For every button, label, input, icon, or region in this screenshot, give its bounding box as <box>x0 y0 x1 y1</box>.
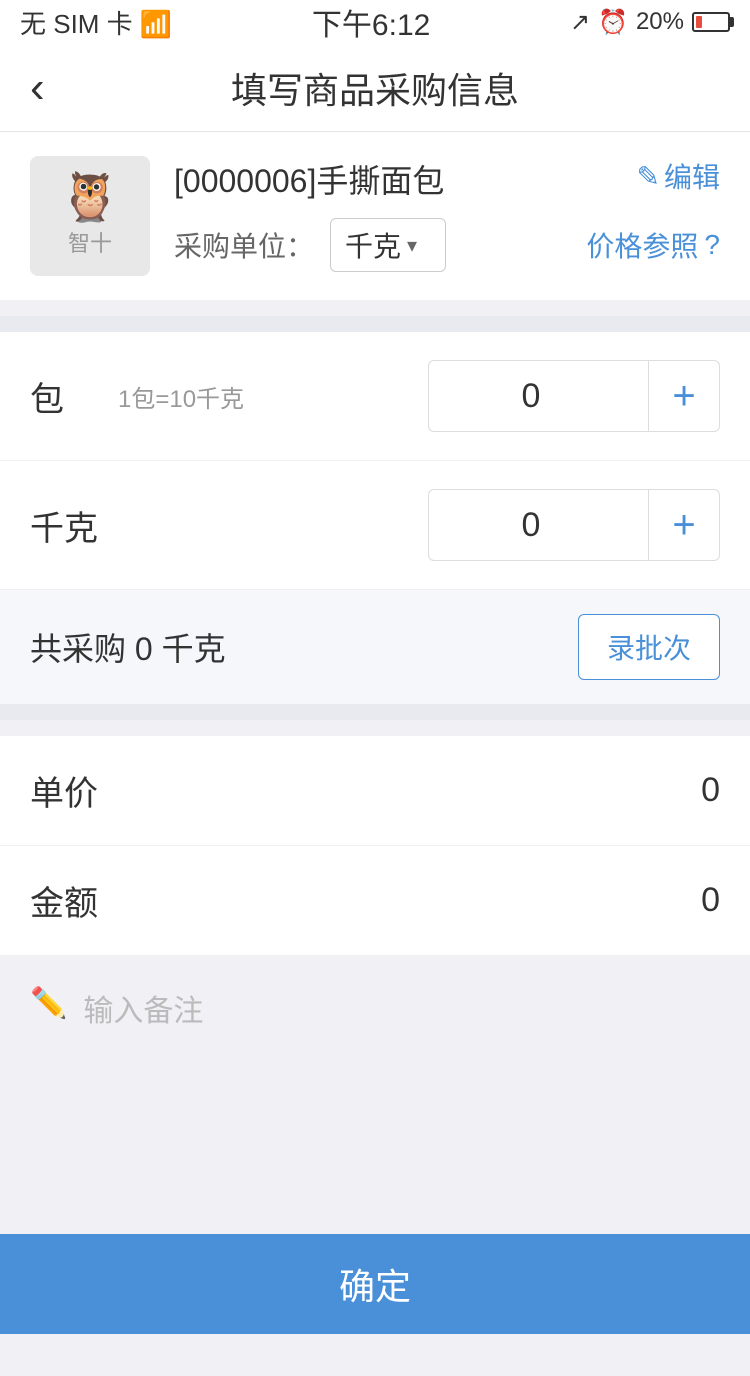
summary-text: 共采购 0 千克 <box>30 624 578 670</box>
status-bar: 无 SIM 卡 📶 下午6:12 ↗ ⏰ 20% <box>0 0 750 44</box>
product-name: [0000006]手撕面包 <box>174 156 444 202</box>
qty-input-wrapper-kg: 0 + <box>428 489 720 561</box>
qty-plus-button-bag[interactable]: + <box>648 360 720 432</box>
confirm-button[interactable]: 确定 <box>0 1234 750 1334</box>
summary-amount-val: 0 <box>135 631 153 667</box>
edit-label: 编辑 <box>664 156 720 196</box>
sim-status: 无 SIM 卡 📶 <box>20 4 172 41</box>
amount-label: 金额 <box>30 876 701 925</box>
status-left: 无 SIM 卡 📶 <box>20 4 172 41</box>
qty-input-kg[interactable]: 0 <box>428 489 648 561</box>
back-button[interactable]: ‹ <box>30 66 45 110</box>
question-icon: ? <box>704 229 720 261</box>
product-image: 🦉 智十 <box>30 156 150 276</box>
purchase-unit-row: 采购单位： 千克 ▾ 价格参照 ? <box>174 218 720 272</box>
status-time: 下午6:12 <box>312 0 430 44</box>
alarm-icon: ⏰ <box>598 8 628 37</box>
unit-select-button[interactable]: 千克 ▾ <box>330 218 446 272</box>
qty-plus-button-kg[interactable]: + <box>648 489 720 561</box>
amount-value: 0 <box>701 881 720 920</box>
summary-row: 共采购 0 千克 录批次 <box>0 590 750 704</box>
batch-button[interactable]: 录批次 <box>578 614 720 680</box>
qty-row-kg: 千克 0 + <box>0 461 750 590</box>
unit-price-row: 单价 0 <box>0 736 750 846</box>
status-right: ↗ ⏰ 20% <box>570 8 730 37</box>
product-card: 🦉 智十 [0000006]手撕面包 ✎ 编辑 采购单位： 千克 ▾ 价格参照 … <box>0 132 750 300</box>
page-title: 填写商品采购信息 <box>231 62 519 114</box>
product-header: [0000006]手撕面包 ✎ 编辑 <box>174 156 720 202</box>
section-divider-1 <box>0 316 750 332</box>
edit-icon: ✎ <box>637 160 660 193</box>
chevron-down-icon: ▾ <box>407 233 417 258</box>
unit-value: 千克 <box>345 225 401 265</box>
product-image-label: 智十 <box>68 226 112 258</box>
product-owl-icon: 🦉 <box>60 174 120 222</box>
qty-label-kg: 千克 <box>30 501 110 550</box>
qty-label-bag: 包 <box>30 372 110 421</box>
price-ref-label: 价格参照 <box>586 225 698 265</box>
summary-prefix: 共采购 <box>30 631 126 667</box>
qty-input-bag[interactable]: 0 <box>428 360 648 432</box>
amount-row: 金额 0 <box>0 846 750 956</box>
pencil-icon: ✏️ <box>30 986 67 1021</box>
product-info: [0000006]手撕面包 ✎ 编辑 采购单位： 千克 ▾ 价格参照 ? <box>174 156 720 272</box>
nav-bar: ‹ 填写商品采购信息 <box>0 44 750 132</box>
quantity-section: 包 1包=10千克 0 + 千克 0 + 共采购 0 千克 录批次 <box>0 332 750 704</box>
purchase-unit-label: 采购单位： <box>174 225 314 265</box>
summary-unit-val: 千克 <box>162 631 226 667</box>
location-icon: ↗ <box>570 8 590 37</box>
battery-icon <box>692 12 730 32</box>
unit-price-value: 0 <box>701 771 720 810</box>
unit-select-wrapper[interactable]: 千克 ▾ <box>330 218 446 272</box>
price-section: 单价 0 金额 0 <box>0 736 750 956</box>
notes-placeholder: 输入备注 <box>83 986 203 1030</box>
edit-button[interactable]: ✎ 编辑 <box>637 156 720 196</box>
battery-percent: 20% <box>636 8 684 36</box>
price-reference-button[interactable]: 价格参照 ? <box>586 225 720 265</box>
unit-price-label: 单价 <box>30 766 701 815</box>
section-divider-2 <box>0 704 750 720</box>
qty-input-wrapper-bag: 0 + <box>428 360 720 432</box>
notes-section[interactable]: ✏️ 输入备注 <box>0 956 750 1276</box>
qty-sublabel-bag: 1包=10千克 <box>118 379 428 414</box>
qty-row-bag: 包 1包=10千克 0 + <box>0 332 750 461</box>
